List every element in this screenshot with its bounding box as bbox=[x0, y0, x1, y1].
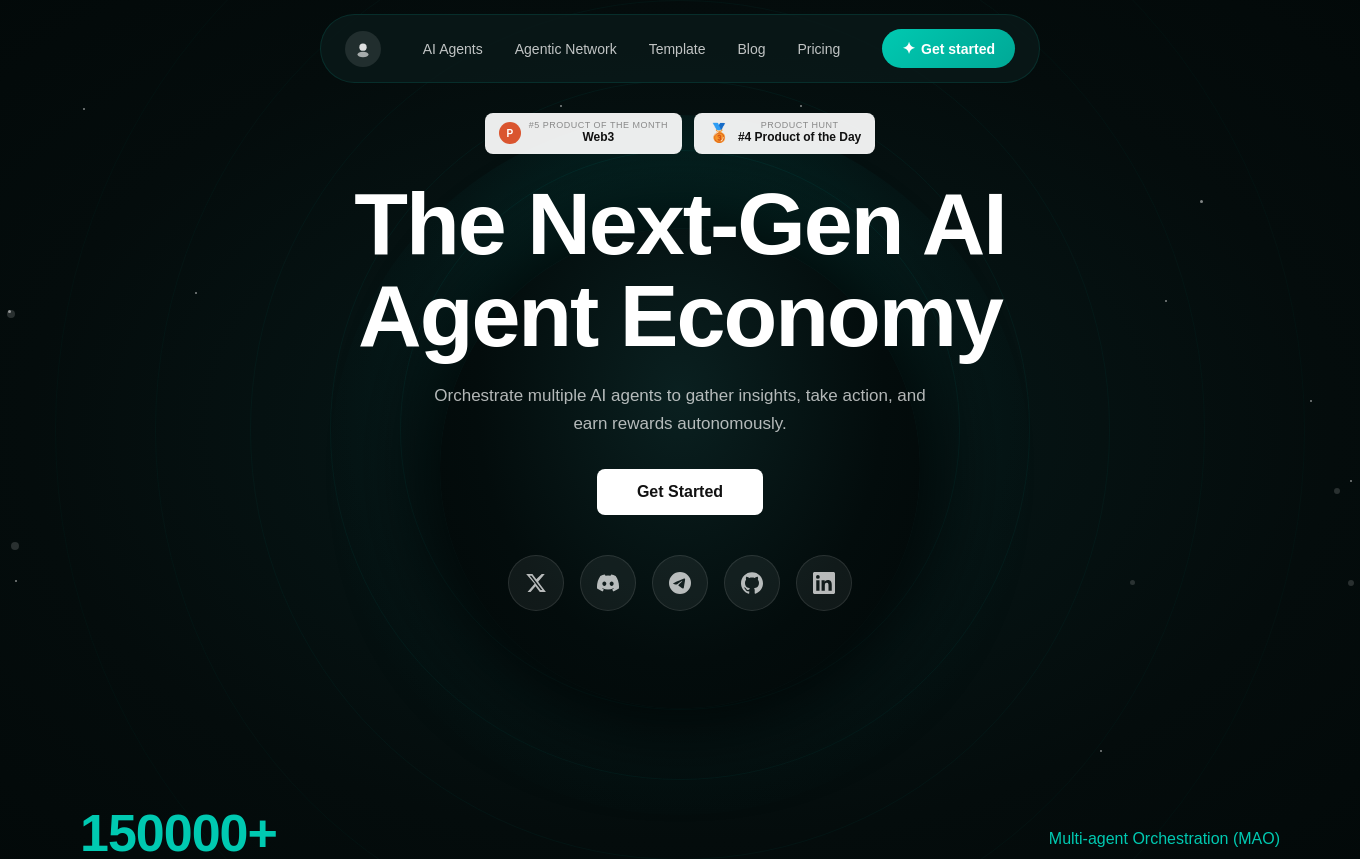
svg-point-1 bbox=[358, 51, 369, 57]
social-icon-github[interactable] bbox=[724, 555, 780, 611]
nav-link-agentic-network[interactable]: Agentic Network bbox=[503, 35, 629, 63]
nav-link-template[interactable]: Template bbox=[637, 35, 718, 63]
hero-headline-line1: The Next-Gen AI bbox=[354, 174, 1005, 273]
badge-product-day: 🥉 PRODUCT HUNT #4 Product of the Day bbox=[694, 113, 875, 154]
social-icon-linkedin[interactable] bbox=[796, 555, 852, 611]
badge-product-month: P #5 PRODUCT OF THE MONTH Web3 bbox=[485, 113, 682, 154]
nav-get-started-button[interactable]: ✦ Get started bbox=[882, 29, 1015, 68]
svg-point-0 bbox=[359, 43, 366, 50]
badge-text-wrap-2: PRODUCT HUNT #4 Product of the Day bbox=[738, 121, 861, 146]
social-icon-twitter[interactable] bbox=[508, 555, 564, 611]
badge-top-text-2: PRODUCT HUNT bbox=[738, 121, 861, 130]
star bbox=[1100, 750, 1102, 752]
social-icons-row bbox=[508, 555, 852, 611]
main-content: P #5 PRODUCT OF THE MONTH Web3 🥉 PRODUCT… bbox=[0, 83, 1360, 641]
nav-link-ai-agents[interactable]: AI Agents bbox=[411, 35, 495, 63]
nav-links: AI Agents Agentic Network Template Blog … bbox=[411, 35, 853, 63]
bottom-section: 150000+ Multi-agent Orchestration (MAO) bbox=[0, 799, 1360, 859]
nav-logo[interactable] bbox=[345, 31, 381, 67]
badge-top-text-1: #5 PRODUCT OF THE MONTH bbox=[529, 121, 668, 130]
social-icon-telegram[interactable] bbox=[652, 555, 708, 611]
award-icon: 🥉 bbox=[708, 122, 730, 144]
bottom-mao: Multi-agent Orchestration (MAO) bbox=[1049, 827, 1280, 859]
nav-link-blog[interactable]: Blog bbox=[725, 35, 777, 63]
hero-headline: The Next-Gen AI Agent Economy bbox=[354, 178, 1005, 363]
badges-row: P #5 PRODUCT OF THE MONTH Web3 🥉 PRODUCT… bbox=[485, 113, 876, 154]
hero-headline-line2: Agent Economy bbox=[358, 266, 1002, 365]
badge-main-text-1: Web3 bbox=[529, 130, 668, 146]
bottom-stat: 150000+ bbox=[80, 807, 277, 859]
navbar: AI Agents Agentic Network Template Blog … bbox=[320, 14, 1040, 83]
nav-wrapper: AI Agents Agentic Network Template Blog … bbox=[0, 14, 1360, 83]
producthunt-icon: P bbox=[499, 122, 521, 144]
nav-link-pricing[interactable]: Pricing bbox=[786, 35, 853, 63]
hero-subtext: Orchestrate multiple AI agents to gather… bbox=[420, 382, 940, 436]
badge-main-text-2: #4 Product of the Day bbox=[738, 130, 861, 146]
hero-cta-button[interactable]: Get Started bbox=[597, 469, 763, 515]
badge-text-wrap-1: #5 PRODUCT OF THE MONTH Web3 bbox=[529, 121, 668, 146]
social-icon-discord[interactable] bbox=[580, 555, 636, 611]
star-icon: ✦ bbox=[902, 39, 915, 58]
nav-cta-label: Get started bbox=[921, 41, 995, 57]
